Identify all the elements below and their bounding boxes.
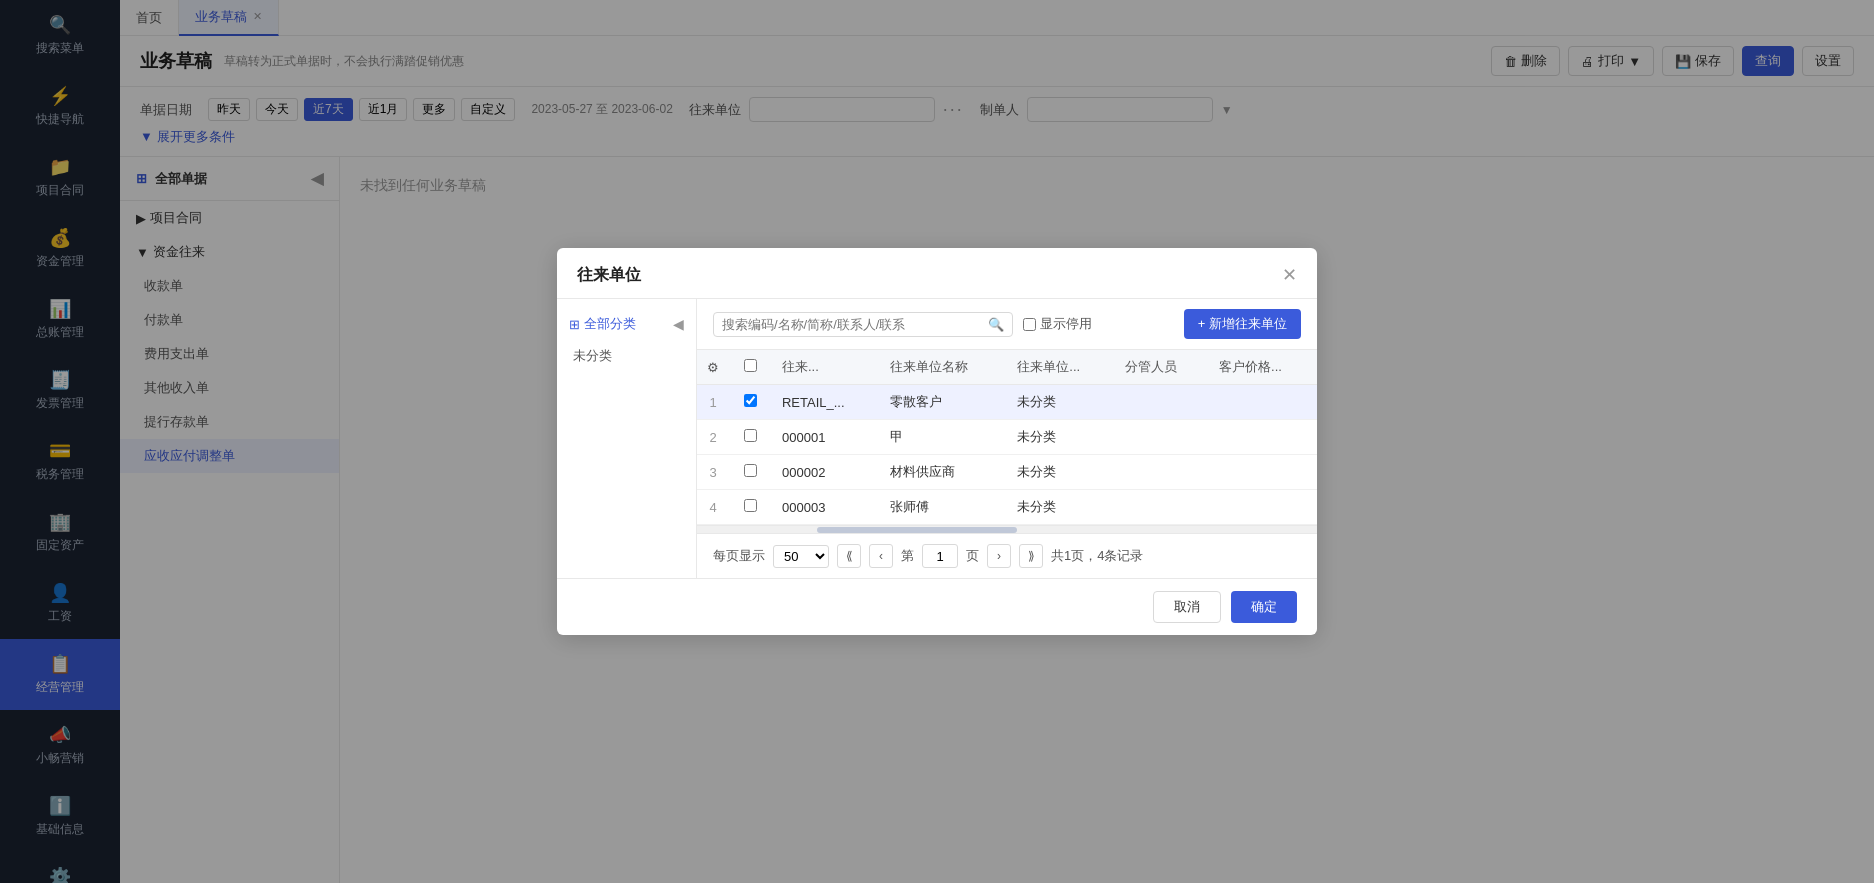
- row-num: 2: [697, 420, 729, 455]
- row-name: 甲: [880, 420, 1008, 455]
- dialog-footer: 取消 确定: [557, 578, 1317, 635]
- partner-dialog: 往来单位 ✕ ⊞ 全部分类 ◀ 未分类: [557, 248, 1317, 635]
- row-name: 张师傅: [880, 490, 1008, 525]
- table-row[interactable]: 1 RETAIL_... 零散客户 未分类: [697, 385, 1317, 420]
- row-num: 4: [697, 490, 729, 525]
- row-price: [1209, 455, 1317, 490]
- pager-last-button[interactable]: ⟫: [1019, 544, 1043, 568]
- row-num: 1: [697, 385, 729, 420]
- row-category: 未分类: [1007, 490, 1115, 525]
- row-checkbox[interactable]: [744, 464, 757, 477]
- row-name: 零散客户: [880, 385, 1008, 420]
- per-page-select[interactable]: 50 100 200: [773, 545, 829, 568]
- dialog-search-box[interactable]: 🔍: [713, 312, 1013, 337]
- row-checkbox[interactable]: [744, 499, 757, 512]
- dialog-search-icon: 🔍: [988, 317, 1004, 332]
- dialog-body: ⊞ 全部分类 ◀ 未分类 🔍 显示停用: [557, 299, 1317, 578]
- row-code: 000002: [772, 455, 880, 490]
- dialog-category-sidebar: ⊞ 全部分类 ◀ 未分类: [557, 299, 697, 578]
- dialog-scrollbar-thumb[interactable]: [817, 527, 1017, 533]
- dialog-header: 往来单位 ✕: [557, 248, 1317, 299]
- table-row[interactable]: 4 000003 张师傅 未分类: [697, 490, 1317, 525]
- row-checkbox-cell[interactable]: [729, 490, 772, 525]
- grid-icon-small: ⊞: [569, 317, 580, 332]
- dialog-sidebar-collapse-button[interactable]: ◀: [673, 316, 684, 332]
- row-manager: [1115, 490, 1209, 525]
- row-code: RETAIL_...: [772, 385, 880, 420]
- row-price: [1209, 490, 1317, 525]
- row-code: 000001: [772, 420, 880, 455]
- page-label: 第: [901, 547, 914, 565]
- row-name: 材料供应商: [880, 455, 1008, 490]
- confirm-button[interactable]: 确定: [1231, 591, 1297, 623]
- dialog-content: 🔍 显示停用 + 新增往来单位 ⚙: [697, 299, 1317, 578]
- th-price: 客户价格...: [1209, 350, 1317, 385]
- per-page-label: 每页显示: [713, 547, 765, 565]
- th-code: 往来...: [772, 350, 880, 385]
- page-suffix: 页: [966, 547, 979, 565]
- th-name: 往来单位名称: [880, 350, 1008, 385]
- pager-next-button[interactable]: ›: [987, 544, 1011, 568]
- dialog-sidebar-header: ⊞ 全部分类 ◀: [557, 311, 696, 341]
- row-checkbox-cell[interactable]: [729, 420, 772, 455]
- show-disabled-label[interactable]: 显示停用: [1023, 315, 1092, 333]
- show-disabled-checkbox[interactable]: [1023, 318, 1036, 331]
- dialog-overlay: 往来单位 ✕ ⊞ 全部分类 ◀ 未分类: [0, 0, 1874, 883]
- th-settings: ⚙: [697, 350, 729, 385]
- th-category: 往来单位...: [1007, 350, 1115, 385]
- dialog-scrollbar[interactable]: [697, 525, 1317, 533]
- dialog-category-unclassified[interactable]: 未分类: [557, 341, 696, 371]
- row-checkbox[interactable]: [744, 429, 757, 442]
- th-checkbox: [729, 350, 772, 385]
- cancel-button[interactable]: 取消: [1153, 591, 1221, 623]
- row-checkbox-cell[interactable]: [729, 385, 772, 420]
- row-price: [1209, 385, 1317, 420]
- row-num: 3: [697, 455, 729, 490]
- th-manager: 分管人员: [1115, 350, 1209, 385]
- partner-table: ⚙ 往来... 往来单位名称 往来单位... 分管人员 客户价格...: [697, 350, 1317, 525]
- row-checkbox[interactable]: [744, 394, 757, 407]
- select-all-checkbox[interactable]: [744, 359, 757, 372]
- dialog-title: 往来单位: [577, 265, 641, 286]
- row-category: 未分类: [1007, 455, 1115, 490]
- dialog-close-button[interactable]: ✕: [1282, 264, 1297, 286]
- dialog-toolbar: 🔍 显示停用 + 新增往来单位: [697, 299, 1317, 350]
- table-header-row: ⚙ 往来... 往来单位名称 往来单位... 分管人员 客户价格...: [697, 350, 1317, 385]
- pager-first-button[interactable]: ⟪: [837, 544, 861, 568]
- row-checkbox-cell[interactable]: [729, 455, 772, 490]
- pager-prev-button[interactable]: ‹: [869, 544, 893, 568]
- page-number-input[interactable]: [922, 544, 958, 568]
- dialog-table: ⚙ 往来... 往来单位名称 往来单位... 分管人员 客户价格...: [697, 350, 1317, 525]
- dialog-search-input[interactable]: [722, 317, 988, 332]
- row-manager: [1115, 455, 1209, 490]
- row-category: 未分类: [1007, 385, 1115, 420]
- dialog-pagination: 每页显示 50 100 200 ⟪ ‹ 第 页 › ⟫ 共1页，4条记录: [697, 533, 1317, 578]
- row-category: 未分类: [1007, 420, 1115, 455]
- total-info: 共1页，4条记录: [1051, 547, 1143, 565]
- row-price: [1209, 420, 1317, 455]
- add-partner-button[interactable]: + 新增往来单位: [1184, 309, 1301, 339]
- table-row[interactable]: 2 000001 甲 未分类: [697, 420, 1317, 455]
- row-code: 000003: [772, 490, 880, 525]
- row-manager: [1115, 420, 1209, 455]
- table-row[interactable]: 3 000002 材料供应商 未分类: [697, 455, 1317, 490]
- row-manager: [1115, 385, 1209, 420]
